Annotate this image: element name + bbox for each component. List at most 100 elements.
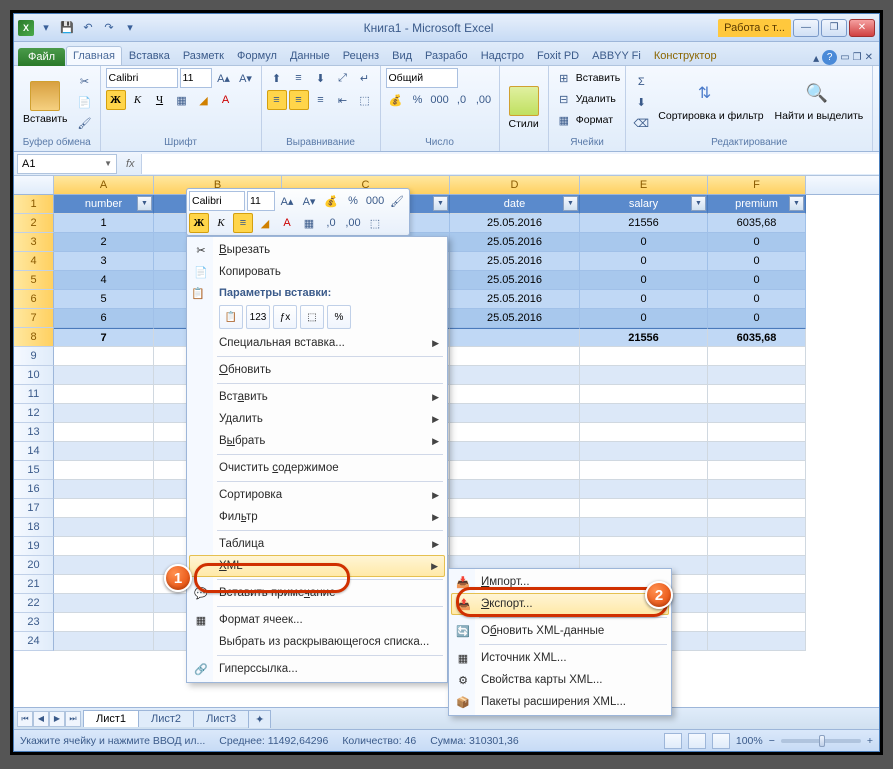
row-header[interactable]: 8: [14, 328, 54, 347]
mini-inc-dec-icon[interactable]: ,0: [321, 213, 341, 233]
cells-format[interactable]: ▦Формат: [554, 110, 613, 130]
cell[interactable]: [708, 442, 806, 461]
cell[interactable]: [54, 385, 154, 404]
view-normal-icon[interactable]: [664, 733, 682, 749]
cell[interactable]: [54, 613, 154, 632]
align-middle-icon[interactable]: ≡: [289, 68, 309, 88]
sub-xml-map-props[interactable]: ⚙Свойства карты XML...: [451, 669, 669, 691]
fill-color-icon[interactable]: ◢: [194, 90, 214, 110]
mini-italic[interactable]: К: [211, 213, 231, 233]
cell[interactable]: [54, 594, 154, 613]
cell[interactable]: [708, 385, 806, 404]
table-cell[interactable]: 0: [580, 271, 708, 290]
fx-label[interactable]: fx: [120, 158, 141, 170]
tab-developer[interactable]: Разрабо: [419, 47, 474, 65]
row-header[interactable]: 16: [14, 480, 54, 499]
tab-home[interactable]: Главная: [66, 46, 122, 65]
table-cell[interactable]: 6: [54, 309, 154, 328]
table-cell[interactable]: 25.05.2016: [450, 233, 580, 252]
paste-opt-transpose[interactable]: ⬚: [300, 305, 324, 329]
cell[interactable]: [450, 518, 580, 537]
filter-icon[interactable]: ▼: [691, 196, 706, 211]
mini-align-icon[interactable]: ≡: [233, 213, 253, 233]
cell[interactable]: [54, 499, 154, 518]
ctx-paste-special[interactable]: Специальная вставка...▶: [189, 332, 445, 354]
tab-abbyy[interactable]: ABBYY Fi: [586, 47, 647, 65]
select-all-corner[interactable]: [14, 176, 54, 194]
doc-close[interactable]: ✕: [865, 52, 873, 63]
mini-bold[interactable]: Ж: [189, 213, 209, 233]
filter-icon[interactable]: ▼: [433, 196, 448, 211]
tab-view[interactable]: Вид: [386, 47, 418, 65]
cell[interactable]: [54, 556, 154, 575]
cell[interactable]: [54, 480, 154, 499]
cell[interactable]: [54, 442, 154, 461]
col-header-a[interactable]: A: [54, 176, 154, 194]
row-header[interactable]: 1: [14, 195, 54, 214]
qat-dropdown[interactable]: ▾: [37, 19, 55, 37]
table-cell[interactable]: 25.05.2016: [450, 309, 580, 328]
table-cell[interactable]: 0: [708, 233, 806, 252]
help-icon[interactable]: ?: [822, 50, 837, 65]
table-header[interactable]: number▼: [54, 195, 154, 214]
indent-dec-icon[interactable]: ⇤: [333, 90, 353, 110]
cell[interactable]: [54, 404, 154, 423]
ctx-cut[interactable]: ✂Вырезать: [189, 239, 445, 261]
cell[interactable]: [450, 366, 580, 385]
cell[interactable]: [580, 347, 708, 366]
paste-opt-formatting[interactable]: %: [327, 305, 351, 329]
row-header[interactable]: 23: [14, 613, 54, 632]
cell[interactable]: [708, 613, 806, 632]
row-header[interactable]: 6: [14, 290, 54, 309]
row-header[interactable]: 11: [14, 385, 54, 404]
cell[interactable]: [708, 632, 806, 651]
view-pagebreak-icon[interactable]: [712, 733, 730, 749]
ctx-insert[interactable]: Вставить▶: [189, 386, 445, 408]
cell[interactable]: [450, 442, 580, 461]
mini-border-icon[interactable]: ▦: [299, 213, 319, 233]
ctx-format-cells[interactable]: ▦Формат ячеек...: [189, 609, 445, 631]
mini-currency-icon[interactable]: 💰: [321, 191, 341, 211]
row-header[interactable]: 4: [14, 252, 54, 271]
cell[interactable]: [708, 347, 806, 366]
ctx-refresh[interactable]: Обновить: [189, 359, 445, 381]
table-cell[interactable]: 0: [580, 252, 708, 271]
mini-percent-icon[interactable]: %: [343, 191, 363, 211]
cell[interactable]: [580, 518, 708, 537]
cell[interactable]: [708, 594, 806, 613]
mini-grow-font-icon[interactable]: A▴: [277, 191, 297, 211]
ctx-sort[interactable]: Сортировка▶: [189, 484, 445, 506]
cell[interactable]: [450, 385, 580, 404]
table-cell[interactable]: 2: [54, 233, 154, 252]
paste-opt-values[interactable]: 123: [246, 305, 270, 329]
table-cell[interactable]: 0: [580, 290, 708, 309]
col-header-e[interactable]: E: [580, 176, 708, 194]
font-size-selector[interactable]: [180, 68, 212, 88]
row-header[interactable]: 10: [14, 366, 54, 385]
table-cell[interactable]: 25.05.2016: [450, 271, 580, 290]
col-header-d[interactable]: D: [450, 176, 580, 194]
col-header-f[interactable]: F: [708, 176, 806, 194]
cell[interactable]: [54, 575, 154, 594]
table-header[interactable]: premium▼: [708, 195, 806, 214]
cell[interactable]: [450, 480, 580, 499]
tab-design[interactable]: Конструктор: [648, 47, 723, 65]
table-cell[interactable]: 25.05.2016: [450, 290, 580, 309]
table-cell[interactable]: 25.05.2016: [450, 214, 580, 233]
cell[interactable]: [450, 461, 580, 480]
italic-button[interactable]: К: [128, 90, 148, 110]
cell[interactable]: [580, 480, 708, 499]
table-cell[interactable]: 3: [54, 252, 154, 271]
row-header[interactable]: 24: [14, 632, 54, 651]
tab-review[interactable]: Реценз: [337, 47, 385, 65]
table-cell[interactable]: [450, 328, 580, 347]
merge-icon[interactable]: ⬚: [355, 90, 375, 110]
cell[interactable]: [708, 404, 806, 423]
cell[interactable]: [580, 537, 708, 556]
cell[interactable]: [708, 518, 806, 537]
ctx-delete[interactable]: Удалить▶: [189, 408, 445, 430]
sheet-nav-last[interactable]: ⏭: [65, 711, 81, 727]
grow-font-icon[interactable]: A▴: [214, 68, 234, 88]
doc-minimize[interactable]: ▭: [840, 52, 849, 63]
qat-more[interactable]: ▾: [121, 19, 139, 37]
